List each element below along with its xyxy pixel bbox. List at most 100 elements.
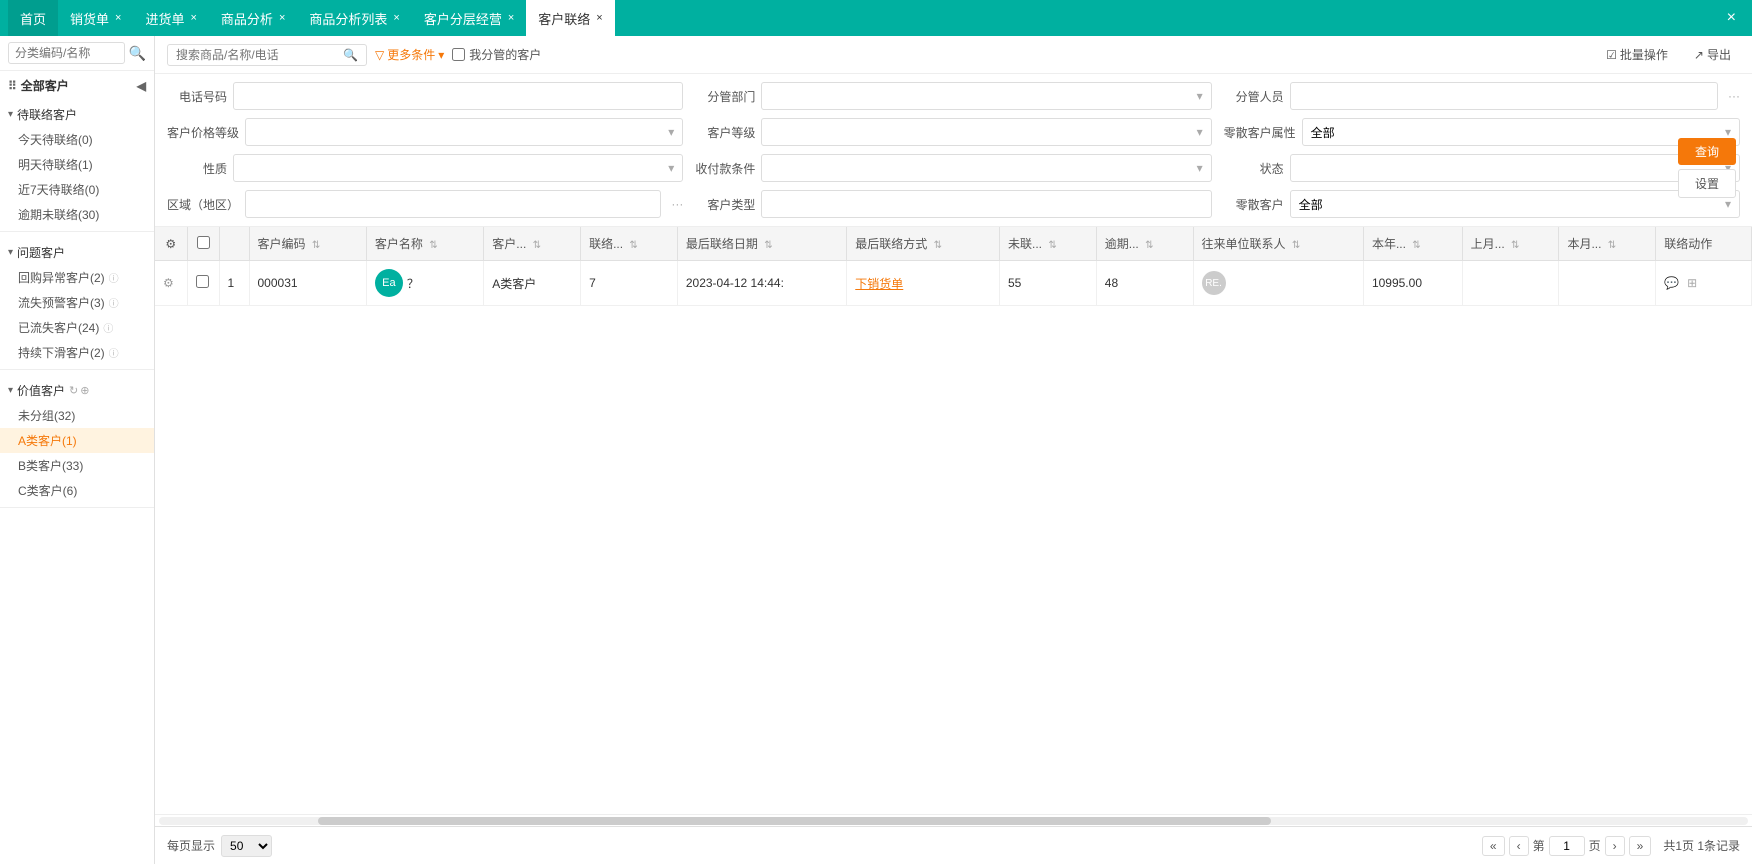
nav-tab-customer-contact[interactable]: 客户联络× — [526, 0, 614, 36]
filter-nature-label: 性质 — [167, 160, 227, 177]
select-all-checkbox[interactable] — [197, 236, 210, 249]
sidebar-search-icon[interactable]: 🔍 — [129, 45, 146, 62]
my-customers-checkbox[interactable] — [452, 48, 465, 61]
close-tab-goods-analysis-icon[interactable]: × — [279, 12, 285, 24]
sort-overdue-icon[interactable]: ⇅ — [1145, 240, 1153, 251]
sort-no-contact-icon[interactable]: ⇅ — [1048, 240, 1056, 251]
sidebar-item-lost[interactable]: 已流失客户(24)ⓘ — [0, 315, 154, 340]
sidebar-search-input[interactable] — [8, 42, 125, 64]
filter-manager-dots[interactable]: ··· — [1728, 89, 1740, 103]
row-chat-icon-0[interactable]: 💬 — [1664, 276, 1679, 290]
query-button[interactable]: 查询 — [1678, 138, 1736, 165]
nav-tab-home[interactable]: 首页 — [8, 0, 58, 36]
sidebar-item-overdue[interactable]: 逾期未联络(30) — [0, 202, 154, 227]
sidebar-item-churn[interactable]: 流失预警客户(3)ⓘ — [0, 290, 154, 315]
filter-nature-select[interactable]: ▾ — [233, 154, 683, 182]
sidebar-item-declining[interactable]: 持续下滑客户(2)ⓘ — [0, 340, 154, 365]
main-search-input[interactable] — [176, 48, 339, 62]
row-unit-avatar-0: RE. — [1202, 271, 1226, 295]
prev-page-button[interactable]: ‹ — [1509, 836, 1529, 856]
filter-region-select[interactable] — [245, 190, 661, 218]
filter-payment-caret: ▾ — [1197, 161, 1203, 175]
sidebar-item-label-tomorrow: 明天待联络(1) — [18, 156, 93, 173]
filter-price-grade-row: 客户价格等级 ▾ — [167, 118, 683, 146]
sort-this-month-icon[interactable]: ⇅ — [1608, 240, 1616, 251]
sidebar-item-tomorrow[interactable]: 明天待联络(1) — [0, 152, 154, 177]
close-tab-customer-contact-icon[interactable]: × — [596, 12, 602, 24]
sidebar-item-c-class[interactable]: C类客户(6) — [0, 478, 154, 503]
filter-retail-attr-select[interactable]: 全部 ▾ — [1302, 118, 1740, 146]
sidebar-item-b-class[interactable]: B类客户(33) — [0, 453, 154, 478]
row-grid-icon-0[interactable]: ⊞ — [1687, 276, 1697, 290]
sort-category-icon[interactable]: ⇅ — [533, 240, 541, 251]
nav-tab-goods-analysis[interactable]: 商品分析× — [209, 0, 297, 36]
filter-region-dots[interactable]: ··· — [671, 197, 683, 211]
add-group-icon[interactable]: ⊕ — [80, 384, 89, 397]
more-filters-button[interactable]: ▽ 更多条件 ▾ — [375, 46, 444, 63]
row-select-0[interactable] — [196, 275, 209, 288]
sidebar-group-title-0[interactable]: ▾待联络客户 — [0, 102, 154, 127]
filter-status-select[interactable]: ▾ — [1290, 154, 1740, 182]
refresh-icon[interactable]: ↻ — [69, 384, 78, 397]
table-header-row: ⚙ 客户编码 ⇅ 客户名称 ⇅ — [155, 227, 1752, 261]
filter-bar: 🔍 ▽ 更多条件 ▾ 我分管的客户 ☑ 批量操作 ↗ 导出 — [155, 36, 1752, 74]
filter-customer-type-input[interactable] — [761, 190, 1211, 218]
filter-phone-input[interactable] — [233, 82, 683, 110]
sidebar-item-ungrouped[interactable]: 未分组(32) — [0, 403, 154, 428]
nav-tab-goods-analysis-list[interactable]: 商品分析列表× — [297, 0, 411, 36]
my-customers-label: 我分管的客户 — [469, 46, 541, 63]
filter-dept-select[interactable]: ▾ — [761, 82, 1211, 110]
sidebar-item-repurchase[interactable]: 回购异常客户(2)ⓘ — [0, 265, 154, 290]
close-all-tabs-button[interactable]: × — [1719, 9, 1744, 27]
main-search-icon[interactable]: 🔍 — [343, 48, 358, 62]
sort-code-icon[interactable]: ⇅ — [312, 240, 320, 251]
row-name-text-0: ？ — [407, 275, 419, 292]
sort-contact-icon[interactable]: ⇅ — [629, 240, 637, 251]
horizontal-scrollbar[interactable] — [155, 814, 1752, 826]
next-page-button[interactable]: › — [1605, 836, 1625, 856]
batch-operation-button[interactable]: ☑ 批量操作 — [1597, 42, 1677, 67]
sidebar-all-customers[interactable]: ⠿ 全部客户 ◀ — [0, 71, 154, 100]
filter-payment-select[interactable]: ▾ — [761, 154, 1211, 182]
th-this-month-label: 本月... — [1567, 237, 1601, 251]
page-number-input[interactable] — [1549, 836, 1585, 856]
sort-this-year-icon[interactable]: ⇅ — [1412, 240, 1420, 251]
close-tab-customer-tier-icon[interactable]: × — [508, 12, 514, 24]
close-tab-goods-analysis-list-icon[interactable]: × — [393, 12, 399, 24]
sort-last-month-icon[interactable]: ⇅ — [1511, 240, 1519, 251]
sort-name-icon[interactable]: ⇅ — [429, 240, 437, 251]
gear-icon[interactable]: ⚙ — [165, 237, 176, 251]
nav-tab-customer-tier[interactable]: 客户分层经营× — [412, 0, 526, 36]
sidebar-item-week[interactable]: 近7天待联络(0) — [0, 177, 154, 202]
search-box: 🔍 — [167, 44, 367, 66]
export-icon: ↗ — [1694, 48, 1704, 62]
scrollbar-thumb[interactable] — [318, 817, 1271, 825]
first-page-button[interactable]: « — [1482, 836, 1505, 856]
nav-tab-sales[interactable]: 销货单× — [58, 0, 133, 36]
sidebar-group-title-2[interactable]: ▾价值客户↻⊕ — [0, 378, 154, 403]
sort-last-method-icon[interactable]: ⇅ — [934, 240, 942, 251]
export-button[interactable]: ↗ 导出 — [1685, 42, 1740, 67]
close-tab-purchase-icon[interactable]: × — [190, 12, 196, 24]
chevron-down-icon: ▾ — [438, 48, 444, 62]
nav-tab-purchase[interactable]: 进货单× — [133, 0, 208, 36]
sidebar-item-label-lost: 已流失客户(24) — [18, 319, 99, 336]
sidebar-item-a-class[interactable]: A类客户(1) — [0, 428, 154, 453]
sidebar-groups: ▾待联络客户今天待联络(0) 明天待联络(1) 近7天待联络(0)逾期未联络(30)… — [0, 100, 154, 514]
sidebar-collapse-icon[interactable]: ◀ — [137, 79, 146, 93]
filter-manager-select[interactable] — [1290, 82, 1718, 110]
sort-last-date-icon[interactable]: ⇅ — [764, 240, 772, 251]
filter-retail-customer-select[interactable]: 全部 ▾ — [1290, 190, 1740, 218]
sidebar-group-title-1[interactable]: ▾问题客户 — [0, 240, 154, 265]
page-size-select[interactable]: 50 100 200 — [221, 835, 272, 857]
row-gear-0[interactable]: ⚙ — [155, 261, 187, 306]
filter-price-grade-label: 客户价格等级 — [167, 124, 239, 141]
row-last-method-link-0[interactable]: 下销货单 — [855, 277, 903, 291]
sidebar-item-today[interactable]: 今天待联络(0) — [0, 127, 154, 152]
sort-unit-contact-icon[interactable]: ⇅ — [1292, 240, 1300, 251]
close-tab-sales-icon[interactable]: × — [115, 12, 121, 24]
settings-button[interactable]: 设置 — [1678, 169, 1736, 198]
last-page-button[interactable]: » — [1629, 836, 1652, 856]
filter-price-grade-select[interactable]: ▾ — [245, 118, 683, 146]
filter-customer-grade-select[interactable]: ▾ — [761, 118, 1211, 146]
